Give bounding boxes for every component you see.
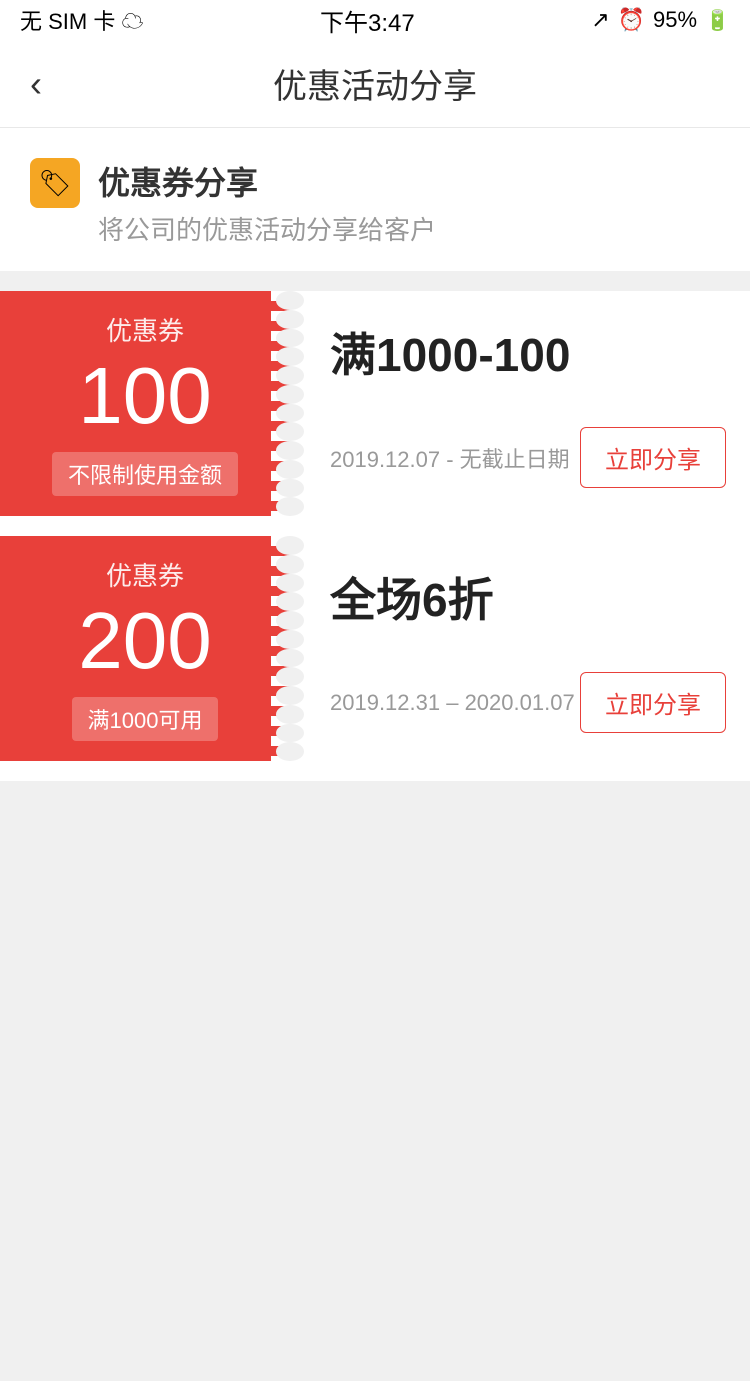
coupon-notch: [276, 329, 304, 348]
status-bar: 无 SIM 卡 ☁ 下午3:47 ↗ ⏰ 95% 🔋: [0, 0, 750, 40]
coupon-bottom-2: 2019.12.31 – 2020.01.07 立即分享: [330, 672, 726, 733]
coupon-divider-1: [276, 291, 304, 516]
coupon-right-2: 全场6折 2019.12.31 – 2020.01.07 立即分享: [290, 536, 750, 761]
coupon-notch: [276, 630, 304, 649]
coupon-notch: [276, 742, 304, 761]
coupon-notch: [276, 347, 304, 366]
battery-status: 95%: [653, 7, 697, 33]
coupon-right-1: 满1000-100 2019.12.07 - 无截止日期 立即分享: [290, 291, 750, 516]
content-area: 🏷 优惠券分享 将公司的优惠活动分享给客户 优惠券 100 不限制使用金额 满1…: [0, 128, 750, 781]
coupon-icon: 🏷: [38, 168, 71, 199]
coupon-label-2: 优惠券: [106, 556, 184, 593]
coupon-left-1: 优惠券 100 不限制使用金额: [0, 291, 290, 516]
coupon-notch: [276, 366, 304, 385]
coupon-notch: [276, 592, 304, 611]
coupon-label-1: 优惠券: [106, 311, 184, 348]
coupon-name-1: 满1000-100: [330, 319, 726, 385]
status-left: 无 SIM 卡 ☁: [20, 4, 143, 36]
coupon-notch: [276, 404, 304, 423]
coupon-notch: [276, 385, 304, 404]
coupon-notch: [276, 479, 304, 498]
coupon-list: 优惠券 100 不限制使用金额 满1000-100 2019.12.07 - 无…: [0, 291, 750, 781]
coupon-card-1: 优惠券 100 不限制使用金额 满1000-100 2019.12.07 - 无…: [0, 291, 750, 516]
coupon-card-2: 优惠券 200 满1000可用 全场6折 2019.12.31 – 2020.0…: [0, 536, 750, 761]
coupon-amount-2: 200: [78, 601, 211, 681]
section-icon: 🏷: [30, 158, 80, 208]
coupon-notch: [276, 724, 304, 743]
coupon-condition-1: 不限制使用金额: [52, 452, 238, 496]
coupon-notch: [276, 310, 304, 329]
coupon-condition-2: 满1000可用: [72, 697, 219, 741]
section-title: 优惠券分享: [98, 158, 436, 204]
coupon-notch: [276, 555, 304, 574]
share-button-2[interactable]: 立即分享: [580, 672, 726, 733]
coupon-notch: [276, 611, 304, 630]
coupon-notch: [276, 574, 304, 593]
coupon-name-2: 全场6折: [330, 564, 726, 630]
share-button-1[interactable]: 立即分享: [580, 427, 726, 488]
bottom-fill: [0, 781, 750, 1381]
coupon-date-1: 2019.12.07 - 无截止日期: [330, 442, 570, 474]
coupon-notch: [276, 536, 304, 555]
coupon-notch: [276, 497, 304, 516]
battery-icon: 🔋: [705, 8, 730, 33]
section-header: 🏷 优惠券分享 将公司的优惠活动分享给客户: [0, 128, 750, 271]
sim-status: 无 SIM 卡 ☁: [20, 4, 143, 36]
coupon-notch: [276, 667, 304, 686]
status-right: ↗ ⏰ 95% 🔋: [591, 7, 730, 33]
coupon-divider-2: [276, 536, 304, 761]
coupon-left-2: 优惠券 200 满1000可用: [0, 536, 290, 761]
location-icon: ↗: [591, 7, 609, 33]
coupon-notch: [276, 649, 304, 668]
coupon-notch: [276, 422, 304, 441]
coupon-bottom-1: 2019.12.07 - 无截止日期 立即分享: [330, 427, 726, 488]
alarm-icon: ⏰: [618, 7, 645, 33]
coupon-notch: [276, 441, 304, 460]
nav-bar: ‹ 优惠活动分享: [0, 40, 750, 128]
coupon-date-2: 2019.12.31 – 2020.01.07: [330, 690, 575, 716]
coupon-notch: [276, 460, 304, 479]
status-time: 下午3:47: [320, 3, 415, 38]
coupon-notch: [276, 686, 304, 705]
page-title: 优惠活动分享: [273, 59, 477, 108]
coupon-notch: [276, 291, 304, 310]
section-text: 优惠券分享 将公司的优惠活动分享给客户: [98, 158, 436, 247]
coupon-notch: [276, 705, 304, 724]
back-button[interactable]: ‹: [30, 63, 42, 105]
coupon-amount-1: 100: [78, 356, 211, 436]
section-subtitle: 将公司的优惠活动分享给客户: [98, 210, 436, 247]
